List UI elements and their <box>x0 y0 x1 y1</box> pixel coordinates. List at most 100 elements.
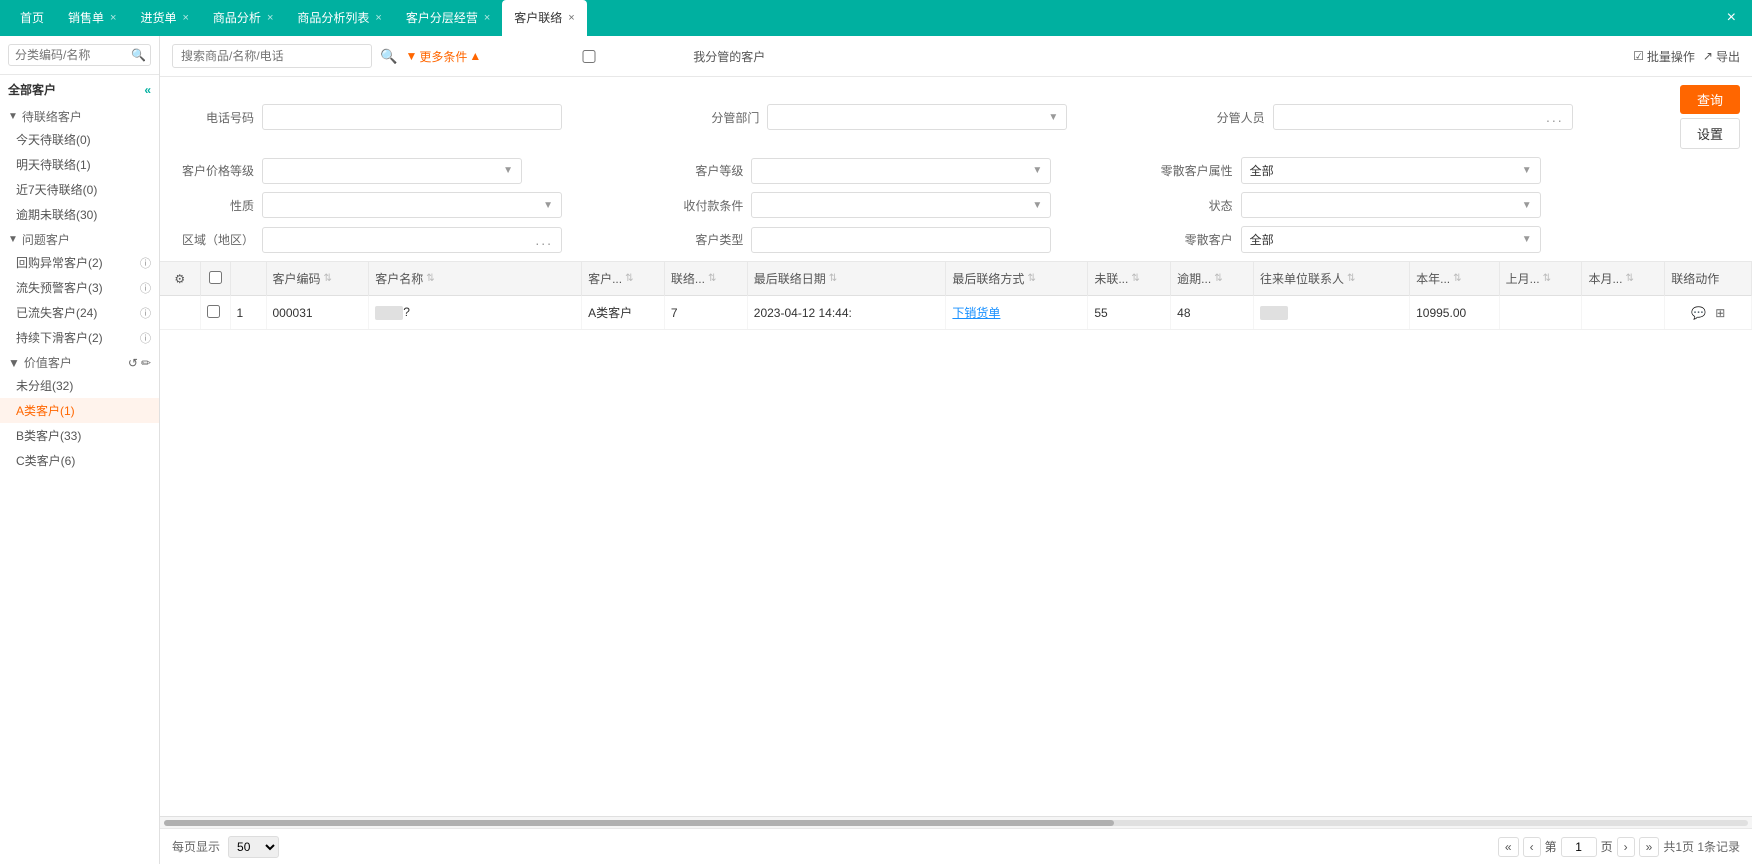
page-input[interactable] <box>1561 837 1597 857</box>
filter-payment: 收付款条件 ▼ <box>661 192 1130 218</box>
nav-product-list[interactable]: 商品分析列表 × <box>285 0 393 36</box>
th-contact-count[interactable]: 联络... ⇅ <box>664 262 747 296</box>
sidebar-item-7days[interactable]: 近7天待联络(0) <box>0 177 159 202</box>
sidebar-item-churned[interactable]: 已流失客户(24) ⓘ <box>0 300 159 325</box>
region-input[interactable]: ... <box>262 227 562 253</box>
query-button[interactable]: 查询 <box>1680 85 1740 114</box>
close-product-analysis-tab[interactable]: × <box>267 0 273 36</box>
prev-page-btn[interactable]: ‹ <box>1523 837 1541 857</box>
sidebar-item-ungrouped[interactable]: 未分组(32) <box>0 373 159 398</box>
price-level-dropdown[interactable]: ▼ <box>262 158 522 184</box>
bulk-operation-btn[interactable]: ☑ 批量操作 <box>1633 48 1695 65</box>
window-close-btn[interactable]: × <box>1719 9 1744 27</box>
phone-input[interactable] <box>262 104 562 130</box>
th-checkbox[interactable] <box>200 262 230 296</box>
th-actions: 联络动作 <box>1665 262 1752 296</box>
sidebar-item-churn-warning[interactable]: 流失预警客户(3) ⓘ <box>0 275 159 300</box>
department-dropdown[interactable]: ▼ <box>767 104 1067 130</box>
info-churned[interactable]: ⓘ <box>140 305 151 321</box>
th-contact-person[interactable]: 往来单位联系人 ⇅ <box>1254 262 1410 296</box>
th-last-contact-method[interactable]: 最后联络方式 ⇅ <box>946 262 1088 296</box>
close-customer-contact-tab[interactable]: × <box>568 0 574 36</box>
close-product-list-tab[interactable]: × <box>375 0 381 36</box>
td-last-contact-method[interactable]: 下销货单 <box>946 296 1088 330</box>
sidebar-item-class-a[interactable]: A类客户(1) <box>0 398 159 423</box>
chat-icon[interactable]: 💬 <box>1691 306 1706 320</box>
sidebar-item-today[interactable]: 今天待联络(0) <box>0 127 159 152</box>
nav-customer-segment[interactable]: 客户分层经营 × <box>394 0 502 36</box>
th-code[interactable]: 客户编码 ⇅ <box>266 262 369 296</box>
search-btn[interactable]: 🔍 <box>380 48 397 65</box>
collapse-icon[interactable]: « <box>144 83 151 97</box>
row-checkbox[interactable] <box>207 305 220 318</box>
select-all-checkbox[interactable] <box>209 271 222 284</box>
td-actions: 💬 ⊞ <box>1665 296 1752 330</box>
th-this-year[interactable]: 本年... ⇅ <box>1410 262 1499 296</box>
th-last-contact-date[interactable]: 最后联络日期 ⇅ <box>747 262 946 296</box>
th-this-month[interactable]: 本月... ⇅ <box>1582 262 1665 296</box>
close-purchase-tab[interactable]: × <box>182 0 188 36</box>
search-input[interactable] <box>172 44 372 68</box>
sidebar-search-icon[interactable]: 🔍 <box>131 48 146 62</box>
close-customer-segment-tab[interactable]: × <box>484 0 490 36</box>
person-input[interactable]: ... <box>1273 104 1573 130</box>
th-settings[interactable]: ⚙ <box>160 262 200 296</box>
page-size-select[interactable]: 50 100 200 <box>228 836 279 858</box>
my-customers-checkbox[interactable] <box>489 50 689 63</box>
scroll-thumb[interactable] <box>164 820 1114 826</box>
sidebar-search-input[interactable] <box>8 44 151 66</box>
edit-icon[interactable]: ✏ <box>141 356 151 370</box>
group-pending-contact[interactable]: ▼ 待联络客户 <box>0 104 159 127</box>
sidebar-item-class-c[interactable]: C类客户(6) <box>0 448 159 473</box>
info-churn-warning[interactable]: ⓘ <box>140 280 151 296</box>
group-value-customers[interactable]: ▼ 价值客户 ↺ ✏ <box>0 350 159 373</box>
filter-customer-type: 客户类型 <box>661 227 1130 253</box>
close-sales-tab[interactable]: × <box>110 0 116 36</box>
th-overdue[interactable]: 逾期... ⇅ <box>1171 262 1254 296</box>
refresh-icon[interactable]: ↺ <box>128 356 138 370</box>
export-btn[interactable]: ↗ 导出 <box>1703 48 1740 65</box>
grid-icon[interactable]: ⊞ <box>1715 306 1725 320</box>
customer-type-input[interactable] <box>751 227 1051 253</box>
sidebar: 🔍 全部客户 « ▼ 待联络客户 今天待联络(0) 明天待联络(1) 近7天待联… <box>0 36 160 864</box>
first-page-btn[interactable]: « <box>1498 837 1519 857</box>
group-problem-customers[interactable]: ▼ 问题客户 <box>0 227 159 250</box>
pagination: 每页显示 50 100 200 « ‹ 第 页 › » 共1页 1条记录 <box>160 828 1752 864</box>
th-last-month[interactable]: 上月... ⇅ <box>1499 262 1582 296</box>
my-customers-check[interactable]: 我分管的客户 <box>489 48 765 65</box>
info-declining[interactable]: ⓘ <box>140 330 151 346</box>
nav-sales[interactable]: 销售单 × <box>56 0 128 36</box>
settings-button[interactable]: 设置 <box>1680 118 1740 149</box>
contact-method-link[interactable]: 下销货单 <box>952 306 1000 320</box>
sidebar-item-class-b[interactable]: B类客户(33) <box>0 423 159 448</box>
nav-product-analysis[interactable]: 商品分析 × <box>201 0 285 36</box>
th-uncontacted[interactable]: 未联... ⇅ <box>1088 262 1171 296</box>
horizontal-scrollbar[interactable] <box>160 816 1752 828</box>
status-dropdown[interactable]: ▼ <box>1241 192 1541 218</box>
sidebar-all-customers[interactable]: 全部客户 « <box>0 75 159 104</box>
last-page-btn[interactable]: » <box>1639 837 1660 857</box>
nav-customer-contact[interactable]: 客户联络 × <box>502 0 586 36</box>
th-name[interactable]: 客户名称 ⇅ <box>369 262 582 296</box>
sidebar-item-overdue[interactable]: 逾期未联络(30) <box>0 202 159 227</box>
retail-customer-dropdown[interactable]: 全部 ▼ <box>1241 226 1541 253</box>
nav-home[interactable]: 首页 <box>8 0 56 36</box>
payment-dropdown[interactable]: ▼ <box>751 192 1051 218</box>
th-customer-type[interactable]: 客户... ⇅ <box>582 262 665 296</box>
td-settings <box>160 296 200 330</box>
td-checkbox[interactable] <box>200 296 230 330</box>
sidebar-item-repurchase-abnormal[interactable]: 回购异常客户(2) ⓘ <box>0 250 159 275</box>
td-overdue: 48 <box>1171 296 1254 330</box>
gear-icon[interactable]: ⚙ <box>174 272 185 286</box>
more-filter-btn[interactable]: ▼ 更多条件 ▲ <box>405 48 481 65</box>
sidebar-item-declining[interactable]: 持续下滑客户(2) ⓘ <box>0 325 159 350</box>
sidebar-search-area: 🔍 <box>0 36 159 75</box>
td-this-month <box>1582 296 1665 330</box>
sidebar-item-tomorrow[interactable]: 明天待联络(1) <box>0 152 159 177</box>
nature-dropdown[interactable]: ▼ <box>262 192 562 218</box>
info-repurchase[interactable]: ⓘ <box>140 255 151 271</box>
next-page-btn[interactable]: › <box>1617 837 1635 857</box>
nav-purchase[interactable]: 进货单 × <box>128 0 200 36</box>
retail-attr-dropdown[interactable]: 全部 ▼ <box>1241 157 1541 184</box>
customer-level-dropdown[interactable]: ▼ <box>751 158 1051 184</box>
